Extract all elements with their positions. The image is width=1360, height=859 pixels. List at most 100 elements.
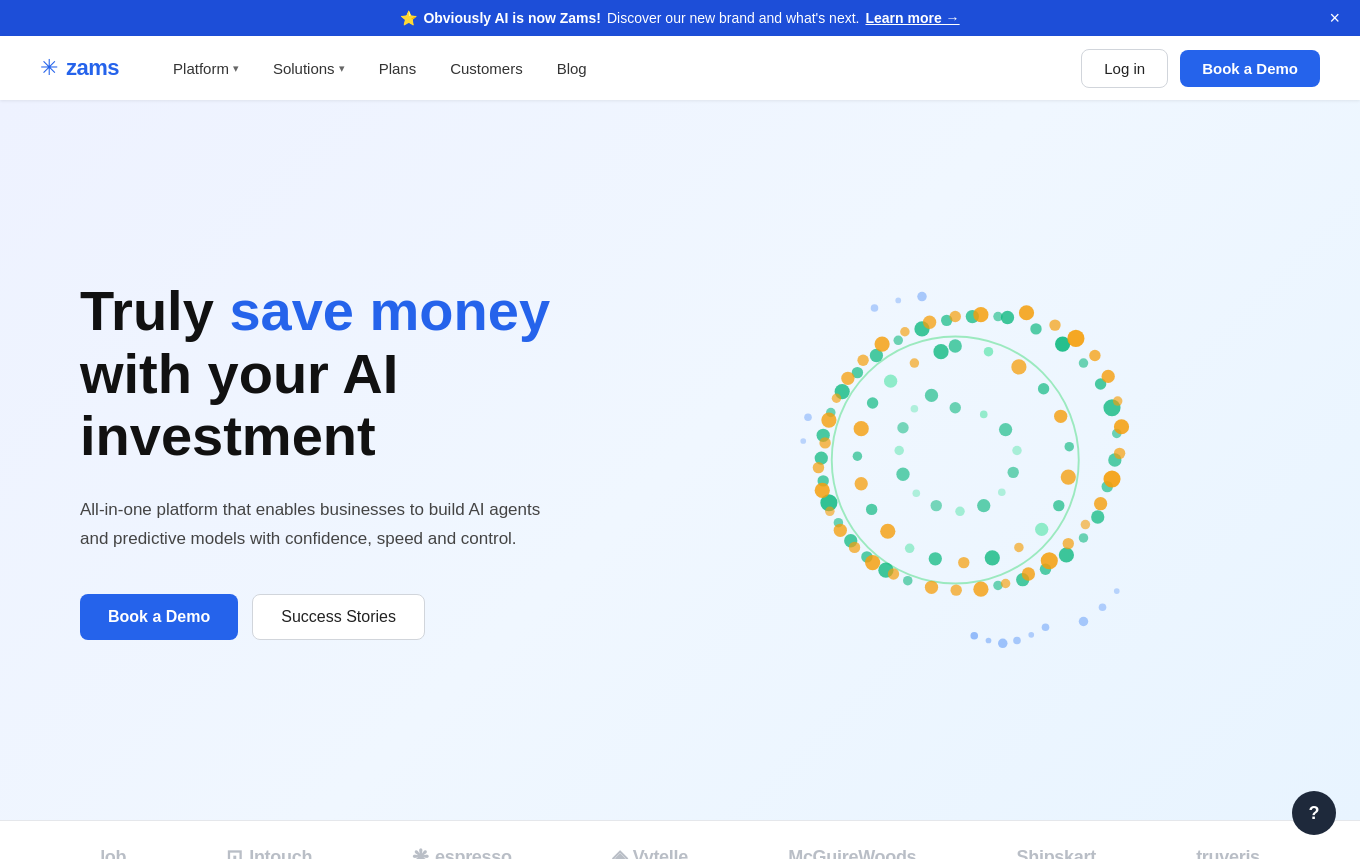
hero-headline: Truly save money with your AI investment (80, 280, 640, 468)
svg-point-116 (986, 638, 992, 644)
nav-book-demo-button[interactable]: Book a Demo (1180, 50, 1320, 87)
svg-point-77 (1035, 523, 1048, 536)
svg-point-64 (875, 337, 890, 352)
truveris-logo-text: truveris (1196, 847, 1260, 860)
svg-point-99 (955, 507, 965, 517)
svg-point-0 (832, 337, 1079, 584)
nav-links: Platform ▾ Solutions ▾ Plans Customers B… (159, 52, 1081, 85)
login-button[interactable]: Log in (1081, 49, 1168, 88)
svg-point-98 (977, 499, 990, 512)
svg-point-96 (1008, 467, 1019, 478)
banner-body: Discover our new brand and what's next. (607, 10, 859, 26)
svg-point-42 (888, 568, 899, 579)
svg-point-111 (895, 298, 901, 304)
svg-point-72 (1038, 383, 1049, 394)
svg-point-23 (1059, 547, 1074, 562)
svg-point-4 (1079, 358, 1089, 368)
svg-point-78 (1014, 543, 1024, 553)
logo-espresso: ❋ espresso (412, 845, 511, 859)
hero-subtext: All-in-one platform that enables busines… (80, 496, 560, 554)
svg-point-86 (853, 451, 863, 461)
svg-point-45 (834, 524, 847, 537)
svg-point-66 (923, 316, 936, 329)
svg-point-82 (905, 544, 915, 554)
svg-point-59 (819, 437, 830, 448)
intouch-logo-text: Intouch (249, 847, 312, 860)
svg-point-69 (949, 339, 962, 352)
solutions-chevron-icon: ▾ (339, 62, 345, 75)
svg-point-110 (871, 304, 879, 312)
svg-point-2 (1030, 323, 1041, 334)
banner-close-button[interactable]: × (1329, 9, 1340, 27)
svg-point-79 (985, 550, 1000, 565)
svg-point-97 (998, 489, 1006, 497)
svg-point-106 (925, 389, 938, 402)
hero-success-stories-button[interactable]: Success Stories (252, 594, 425, 640)
platform-chevron-icon: ▾ (233, 62, 239, 75)
svg-point-90 (910, 358, 920, 368)
svg-point-13 (1089, 350, 1100, 361)
svg-point-10 (1019, 305, 1034, 320)
logo-wordmark: zams (66, 55, 119, 81)
svg-point-71 (1011, 359, 1026, 374)
svg-point-21 (1091, 510, 1104, 523)
svg-point-30 (1001, 579, 1011, 589)
vytelle-logo-symbol: ◈ (612, 845, 627, 859)
hero-buttons: Book a Demo Success Stories (80, 594, 640, 640)
svg-point-100 (931, 500, 942, 511)
svg-point-114 (800, 438, 806, 444)
svg-point-34 (903, 576, 913, 586)
svg-point-113 (804, 413, 812, 421)
svg-point-43 (865, 555, 880, 570)
svg-point-120 (1042, 623, 1050, 631)
shipskart-logo-text: Shipskart (1017, 847, 1096, 860)
svg-point-11 (1049, 319, 1060, 330)
svg-point-74 (1065, 442, 1075, 452)
svg-point-16 (1114, 419, 1129, 434)
logo-truveris: truveris (1196, 847, 1260, 860)
svg-point-67 (950, 311, 961, 322)
espresso-logo-symbol: ❋ (412, 845, 429, 859)
headline-plain: Truly (80, 279, 229, 342)
nav-logo[interactable]: ✳ zams (40, 55, 119, 81)
svg-point-85 (855, 477, 868, 490)
svg-point-48 (813, 462, 824, 473)
svg-point-115 (970, 632, 978, 640)
svg-point-107 (1079, 617, 1089, 627)
svg-point-118 (1013, 637, 1021, 645)
hero-visual (640, 210, 1280, 710)
nav-item-blog[interactable]: Blog (543, 52, 601, 85)
svg-point-93 (980, 411, 988, 419)
svg-point-58 (993, 312, 1003, 322)
logo-shipskart: Shipskart (1017, 847, 1096, 860)
nav-item-platform[interactable]: Platform ▾ (159, 52, 253, 85)
svg-point-95 (1012, 446, 1022, 456)
logos-bar: lob ⊡ Intouch ❋ espresso ◈ Vytelle McGui… (0, 820, 1360, 859)
nav-item-plans[interactable]: Plans (365, 52, 431, 85)
help-button[interactable]: ? (1292, 791, 1336, 835)
banner-learn-more-link[interactable]: Learn more → (865, 10, 959, 26)
svg-point-18 (1103, 470, 1120, 487)
svg-point-91 (933, 344, 948, 359)
logo-mcguirewoods: McGuireWoods (788, 847, 916, 860)
nav-item-solutions[interactable]: Solutions ▾ (259, 52, 359, 85)
svg-point-33 (925, 581, 938, 594)
nav-actions: Log in Book a Demo (1081, 49, 1320, 88)
svg-point-27 (1063, 538, 1074, 549)
svg-point-87 (854, 421, 869, 436)
svg-point-68 (973, 307, 988, 322)
svg-point-83 (880, 524, 895, 539)
logo-icon: ✳ (40, 55, 58, 81)
svg-point-12 (1067, 330, 1084, 347)
hero-book-demo-button[interactable]: Book a Demo (80, 594, 238, 640)
svg-point-103 (894, 446, 904, 456)
svg-point-22 (1079, 533, 1089, 543)
logo-vytelle: ◈ Vytelle (612, 845, 688, 859)
logo-lob: lob (100, 847, 126, 860)
banner-bold-text: Obviously AI is now Zams! (423, 10, 601, 26)
hero-section: Truly save money with your AI investment… (0, 100, 1360, 820)
nav-item-customers[interactable]: Customers (436, 52, 537, 85)
svg-point-47 (815, 483, 830, 498)
svg-point-108 (1099, 603, 1107, 611)
svg-point-46 (825, 507, 835, 517)
